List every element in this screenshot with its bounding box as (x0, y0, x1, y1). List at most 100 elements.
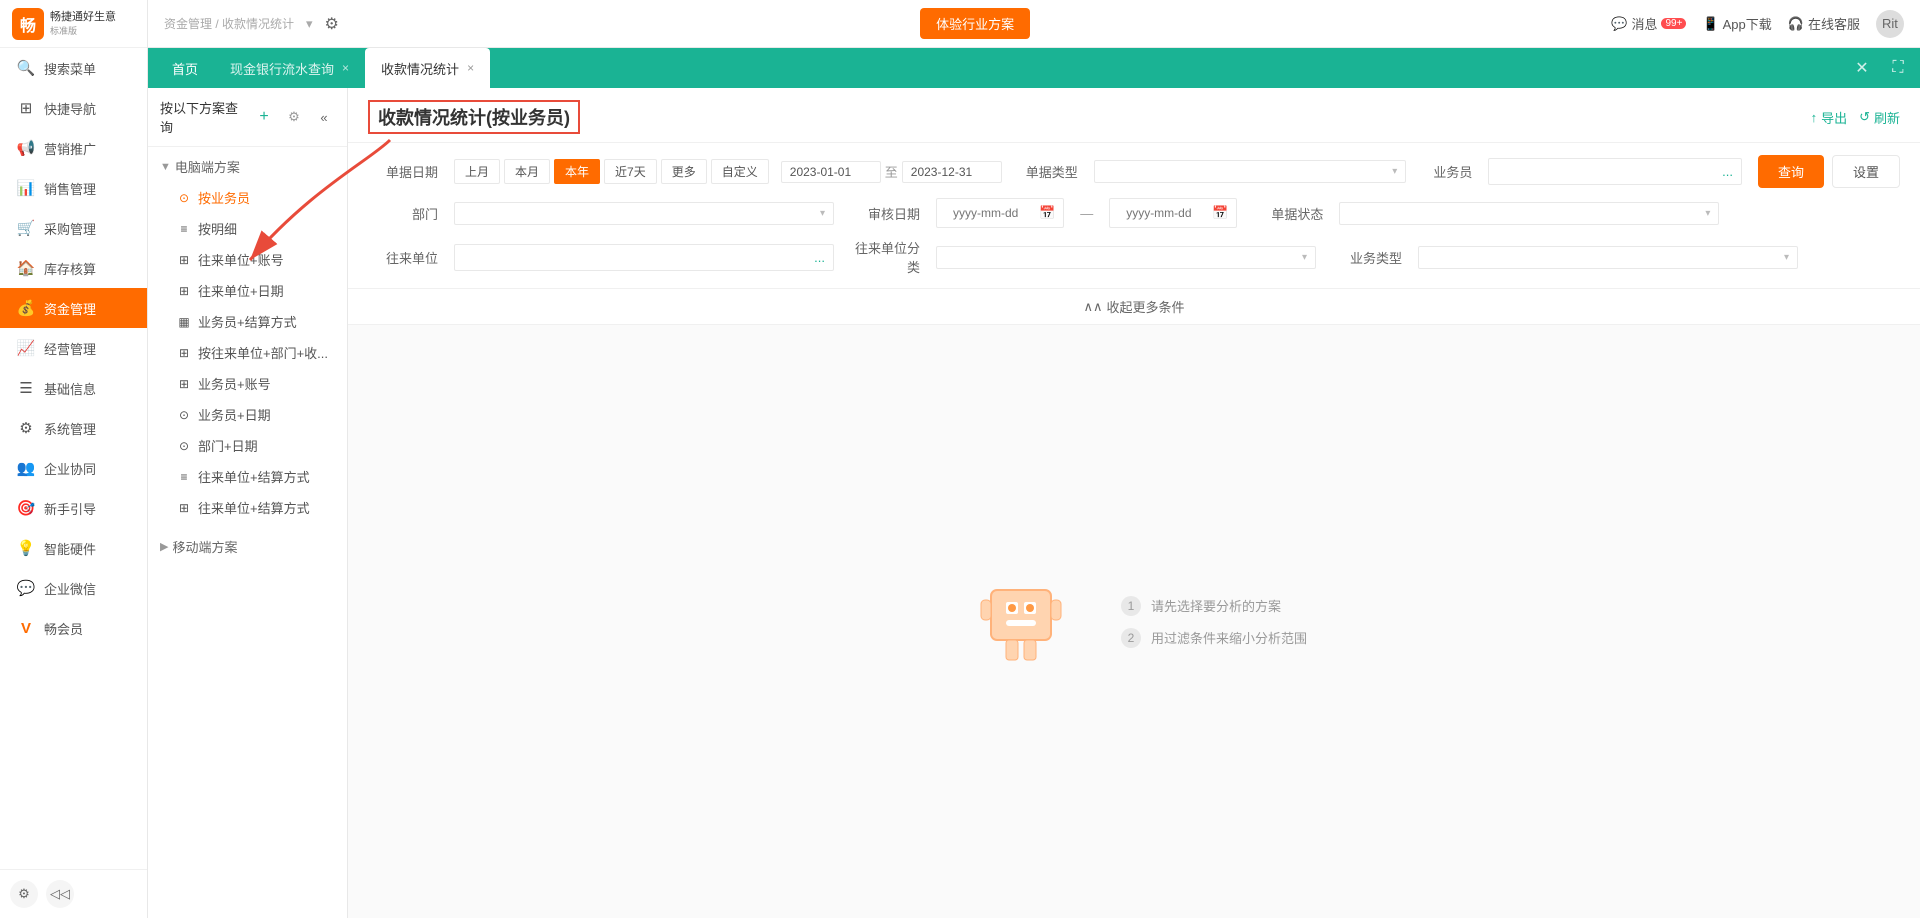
sidebar-item-guide[interactable]: 🎯 新手引导 (0, 488, 147, 528)
sidebar-item-collab[interactable]: 👥 企业协同 (0, 448, 147, 488)
date-btn-more[interactable]: 更多 (661, 159, 707, 184)
sidebar-item-search[interactable]: 🔍 搜索菜单 (0, 48, 147, 88)
scheme-item-partner-settle2[interactable]: ⊞ 往来单位+结算方式 (148, 492, 347, 523)
date-btn-last-month[interactable]: 上月 (454, 159, 500, 184)
tabbar: 首页 现金银行流水查询 × 收款情况统计 × ✕ ⛶ (148, 48, 1920, 88)
collapse-bar[interactable]: ∧∧ 收起更多条件 (348, 289, 1920, 325)
counterpart-cat-select[interactable]: ▾ (936, 246, 1316, 269)
scheme-item-partner-settle1[interactable]: ≡ 往来单位+结算方式 (148, 461, 347, 492)
tab-cashflow-close-icon[interactable]: × (342, 61, 349, 75)
counterpart-more-btn[interactable]: ... (814, 250, 825, 265)
tab-home-label: 首页 (172, 59, 198, 78)
counterpart-select[interactable]: ... (454, 244, 834, 271)
sidebar-item-finance[interactable]: 💰 资金管理 (0, 288, 147, 328)
app-download-btn[interactable]: 📱 App下载 (1702, 14, 1771, 33)
collapse-footer-btn[interactable]: ◁◁ (46, 880, 74, 908)
date-options-group: 上月 本月 本年 近7天 更多 自定义 至 (454, 159, 1002, 184)
step-1-text: 请先选择要分析的方案 (1151, 596, 1281, 615)
category-select[interactable]: ▾ (1094, 160, 1407, 183)
scheme-item-label: 按业务员 (198, 188, 250, 207)
scheme-item-sales-settlement[interactable]: ▦ 业务员+结算方式 (148, 306, 347, 337)
query-btn[interactable]: 查询 (1758, 155, 1824, 188)
plus-icon: + (259, 108, 268, 126)
sidebar-item-member[interactable]: V 畅会员 (0, 608, 147, 648)
date-to-input[interactable] (902, 161, 1002, 183)
content-area: 按以下方案查询 + ⚙ « ▼ 电脑端方案 ⊙ 按业务 (148, 88, 1920, 918)
refresh-btn[interactable]: ↺ 刷新 (1859, 108, 1900, 127)
tab-cashflow[interactable]: 现金银行流水查询 × (214, 48, 365, 88)
topbar-down-icon[interactable]: ▾ (306, 16, 313, 32)
user-avatar[interactable]: Rit (1876, 10, 1904, 38)
maximize-btn[interactable]: ⛶ (1884, 54, 1912, 82)
add-scheme-btn[interactable]: + (253, 106, 275, 128)
message-btn[interactable]: 💬 消息 99+ (1611, 14, 1686, 33)
page-header: 收款情况统计(按业务员) ↑ 导出 ↺ 刷新 (348, 88, 1920, 143)
date-btn-custom[interactable]: 自定义 (711, 159, 769, 184)
sidebar-item-sales[interactable]: 📊 销售管理 (0, 168, 147, 208)
collapse-panel-btn[interactable]: « (313, 106, 335, 128)
left-panel: 按以下方案查询 + ⚙ « ▼ 电脑端方案 ⊙ 按业务 (148, 88, 348, 918)
app-download-label: App下载 (1723, 14, 1772, 33)
calendar-icon2[interactable]: 📅 (1212, 205, 1228, 221)
date-from-input[interactable] (781, 161, 881, 183)
scheme-item-dept-date[interactable]: ⊙ 部门+日期 (148, 430, 347, 461)
marketing-icon: 📢 (16, 138, 36, 158)
sidebar-item-wechat[interactable]: 💬 企业微信 (0, 568, 147, 608)
settings-btn[interactable]: 设置 (1832, 155, 1900, 188)
date-sep: 至 (885, 162, 898, 181)
sidebar-item-basic[interactable]: ☰ 基础信息 (0, 368, 147, 408)
sidebar-item-purchase[interactable]: 🛒 采购管理 (0, 208, 147, 248)
scheme-item-label: 按往来单位+部门+收... (198, 343, 328, 362)
topbar: 资金管理 / 收款情况统计 ▾ ⚙ 体验行业方案 💬 消息 99+ 📱 App下… (148, 0, 1920, 48)
date-btn-7days[interactable]: 近7天 (604, 159, 657, 184)
scheme-item-sales-date[interactable]: ⊙ 业务员+日期 (148, 399, 347, 430)
scheme-item-sales-account[interactable]: ⊞ 业务员+账号 (148, 368, 347, 399)
biz-type-select[interactable]: ▾ (1418, 246, 1798, 269)
scheme-item-partner-dept[interactable]: ⊞ 按往来单位+部门+收... (148, 337, 347, 368)
topbar-gear-icon[interactable]: ⚙ (325, 14, 339, 34)
partner-dept-icon: ⊞ (176, 345, 192, 361)
wechat-icon: 💬 (16, 578, 36, 598)
online-service-btn[interactable]: 🎧 在线客服 (1788, 14, 1860, 33)
sidebar-item-system[interactable]: ⚙ 系统管理 (0, 408, 147, 448)
logo-text: 畅捷通好生意 (50, 10, 116, 24)
pc-scheme-title[interactable]: ▼ 电脑端方案 (148, 151, 347, 182)
date-btn-this-year[interactable]: 本年 (554, 159, 600, 184)
date-btn-this-month[interactable]: 本月 (504, 159, 550, 184)
sidebar-item-label: 销售管理 (44, 179, 96, 198)
sidebar-item-label: 系统管理 (44, 419, 96, 438)
tab-collection-close-icon[interactable]: × (467, 61, 474, 75)
sidebar-item-inventory[interactable]: 🏠 库存核算 (0, 248, 147, 288)
mobile-scheme-title[interactable]: ▶ 移动端方案 (148, 531, 347, 562)
tab-collection[interactable]: 收款情况统计 × (365, 48, 490, 88)
dept-select[interactable]: ▾ (454, 202, 834, 225)
settings-footer-btn[interactable]: ⚙ (10, 880, 38, 908)
sidebar-item-quicknav[interactable]: ⊞ 快捷导航 (0, 88, 147, 128)
salesperson-more-btn[interactable]: ... (1722, 164, 1733, 179)
sidebar-nav: 🔍 搜索菜单 ⊞ 快捷导航 📢 营销推广 📊 销售管理 🛒 采购管理 🏠 库存核… (0, 48, 147, 869)
scheme-settings-btn[interactable]: ⚙ (283, 106, 305, 128)
tab-cashflow-label: 现金银行流水查询 (230, 59, 334, 78)
scheme-item-salesperson[interactable]: ⊙ 按业务员 (148, 182, 347, 213)
sidebar-item-hardware[interactable]: 💡 智能硬件 (0, 528, 147, 568)
sales-icon: 📊 (16, 178, 36, 198)
calendar-icon[interactable]: 📅 (1039, 205, 1055, 221)
scheme-item-partner-date[interactable]: ⊞ 往来单位+日期 (148, 275, 347, 306)
chevron-down-icon: ▾ (1302, 252, 1307, 263)
sidebar-item-marketing[interactable]: 📢 营销推广 (0, 128, 147, 168)
tab-home[interactable]: 首页 (156, 48, 214, 88)
export-btn[interactable]: ↑ 导出 (1811, 108, 1848, 127)
salesperson-select[interactable]: ... (1488, 158, 1742, 185)
service-icon: 🎧 (1788, 16, 1804, 32)
review-date-to-wrap: 📅 (1109, 198, 1237, 228)
review-to-input[interactable] (1118, 203, 1208, 223)
close-window-btn[interactable]: ✕ (1848, 54, 1876, 82)
sidebar-item-management[interactable]: 📈 经营管理 (0, 328, 147, 368)
trial-btn[interactable]: 体验行业方案 (920, 8, 1030, 39)
scheme-item-detail[interactable]: ≡ 按明细 (148, 213, 347, 244)
scheme-item-partner-account[interactable]: ⊞ 往来单位+账号 (148, 244, 347, 275)
review-from-input[interactable] (945, 203, 1035, 223)
pc-scheme-group: ▼ 电脑端方案 ⊙ 按业务员 ≡ 按明细 ⊞ 往来单位+账号 ⊞ 往来单位+ (148, 147, 347, 527)
empty-steps: 1 请先选择要分析的方案 2 用过滤条件来缩小分析范围 (1121, 596, 1307, 648)
doc-status-select[interactable]: ▾ (1339, 202, 1719, 225)
